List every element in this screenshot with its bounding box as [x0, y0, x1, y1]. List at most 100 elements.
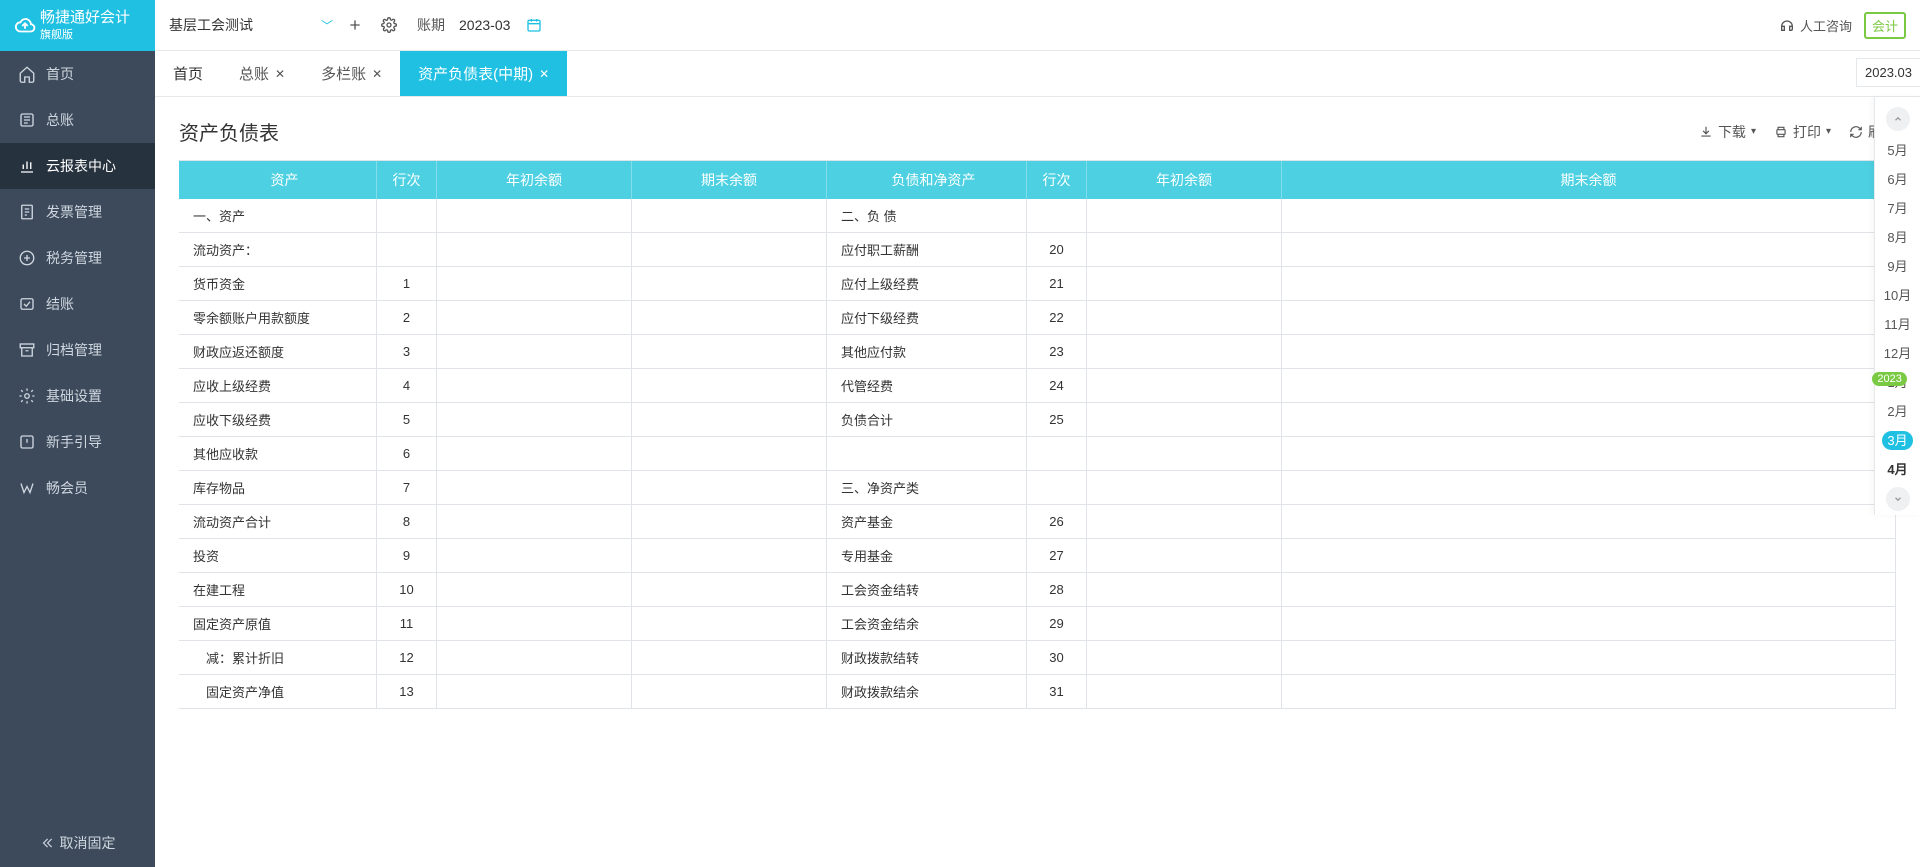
sidebar-item-home[interactable]: 首页	[0, 51, 155, 97]
sidebar-item-invoice[interactable]: 发票管理	[0, 189, 155, 235]
sidebar-item-guide[interactable]: 新手引导	[0, 419, 155, 465]
company-selector[interactable]: 基层工会测试 ﹀	[169, 15, 333, 35]
cell-asset: 应收上级经费	[179, 369, 377, 402]
table-row[interactable]: 固定资产原值 11 工会资金结余 29	[179, 607, 1896, 641]
table-row[interactable]: 固定资产净值 13 财政拨款结余 31	[179, 675, 1896, 709]
cell-end-l	[1282, 471, 1896, 504]
cell-end-a	[632, 267, 827, 300]
cell-end-l	[1282, 267, 1896, 300]
sidebar-item-archive[interactable]: 归档管理	[0, 327, 155, 373]
month-down-button[interactable]	[1886, 487, 1910, 511]
role-badge[interactable]: 会计	[1864, 12, 1906, 39]
cell-asset: 减：累计折旧	[179, 641, 377, 674]
month-up-button[interactable]	[1886, 107, 1910, 131]
table-row[interactable]: 应收下级经费 5 负债合计 25	[179, 403, 1896, 437]
cell-begin-l	[1087, 573, 1282, 606]
table-row[interactable]: 货币资金 1 应付上级经费 21	[179, 267, 1896, 301]
chevron-up-icon	[1893, 114, 1903, 124]
cell-asset: 零余额账户用款额度	[179, 301, 377, 334]
month-item[interactable]: 6月	[1882, 164, 1912, 193]
cell-rownum-l: 22	[1027, 301, 1087, 334]
print-button[interactable]: 打印 ▾	[1774, 122, 1831, 142]
cell-asset: 投资	[179, 539, 377, 572]
table-row[interactable]: 零余额账户用款额度 2 应付下级经费 22	[179, 301, 1896, 335]
tab-1[interactable]: 总账✕	[221, 51, 303, 96]
calendar-icon	[526, 17, 542, 33]
month-item[interactable]: 9月	[1882, 251, 1912, 280]
sidebar-item-member[interactable]: 畅会员	[0, 465, 155, 511]
sidebar-item-close-book[interactable]: 结账	[0, 281, 155, 327]
tab-close[interactable]: ✕	[539, 67, 549, 81]
help-button[interactable]: 人工咨询	[1779, 16, 1852, 35]
month-item[interactable]: 8月	[1882, 222, 1912, 251]
refresh-icon	[1849, 125, 1863, 139]
sidebar-item-tax[interactable]: 税务管理	[0, 235, 155, 281]
calendar-button[interactable]	[526, 17, 542, 33]
cell-rownum-l: 30	[1027, 641, 1087, 674]
month-item[interactable]: 3月	[1882, 425, 1912, 454]
month-item[interactable]: 4月	[1882, 454, 1912, 483]
month-item[interactable]: 11月	[1882, 309, 1912, 338]
table-row[interactable]: 一、资产 二、负 债	[179, 199, 1896, 233]
settings-button[interactable]	[377, 13, 401, 37]
cell-rownum-a: 5	[377, 403, 437, 436]
table-row[interactable]: 其他应收款 6	[179, 437, 1896, 471]
cell-end-l	[1282, 573, 1896, 606]
cell-asset: 库存物品	[179, 471, 377, 504]
cell-begin-l	[1087, 403, 1282, 436]
cell-end-a	[632, 233, 827, 266]
cell-end-l	[1282, 233, 1896, 266]
table-row[interactable]: 流动资产合计 8 资产基金 26	[179, 505, 1896, 539]
month-item[interactable]: 20231月	[1882, 367, 1912, 396]
cell-begin-l	[1087, 233, 1282, 266]
th-rownum-a: 行次	[377, 161, 437, 199]
page-title: 资产负债表	[179, 117, 279, 146]
settings-icon	[18, 387, 36, 405]
cell-end-a	[632, 369, 827, 402]
cell-rownum-l: 25	[1027, 403, 1087, 436]
table-row[interactable]: 应收上级经费 4 代管经费 24	[179, 369, 1896, 403]
sidebar-item-ledger[interactable]: 总账	[0, 97, 155, 143]
table-row[interactable]: 财政应返还额度 3 其他应付款 23	[179, 335, 1896, 369]
table-row[interactable]: 流动资产： 应付职工薪酬 20	[179, 233, 1896, 267]
month-item[interactable]: 7月	[1882, 193, 1912, 222]
th-end-a: 期末余额	[632, 161, 827, 199]
tab-close[interactable]: ✕	[372, 67, 382, 81]
cell-rownum-l: 27	[1027, 539, 1087, 572]
cell-end-a	[632, 505, 827, 538]
chevron-down-icon: ▾	[1751, 126, 1756, 137]
month-item[interactable]: 12月	[1882, 338, 1912, 367]
year-badge: 2023	[1872, 372, 1906, 386]
cell-begin-l	[1087, 437, 1282, 470]
tab-0[interactable]: 首页	[155, 51, 221, 96]
sidebar-item-settings[interactable]: 基础设置	[0, 373, 155, 419]
month-item[interactable]: 5月	[1882, 135, 1912, 164]
month-item[interactable]: 10月	[1882, 280, 1912, 309]
table-body[interactable]: 一、资产 二、负 债 流动资产： 应付职工薪酬 20 货币资金 1 应付上级经费…	[179, 199, 1896, 857]
cell-end-a	[632, 539, 827, 572]
cell-begin-l	[1087, 471, 1282, 504]
add-button[interactable]	[343, 13, 367, 37]
tab-close[interactable]: ✕	[275, 67, 285, 81]
cell-rownum-l	[1027, 471, 1087, 504]
table-row[interactable]: 在建工程 10 工会资金结转 28	[179, 573, 1896, 607]
sidebar-item-chart[interactable]: 云报表中心	[0, 143, 155, 189]
sidebar-unpin[interactable]: 取消固定	[0, 819, 155, 867]
cell-end-a	[632, 607, 827, 640]
table-row[interactable]: 库存物品 7 三、净资产类	[179, 471, 1896, 505]
sidebar-item-label: 归档管理	[46, 340, 102, 360]
cell-begin-a	[437, 437, 632, 470]
cell-end-a	[632, 199, 827, 232]
cell-liab: 应付职工薪酬	[827, 233, 1027, 266]
month-item[interactable]: 2月	[1882, 396, 1912, 425]
download-button[interactable]: 下载 ▾	[1699, 122, 1756, 142]
cell-begin-a	[437, 369, 632, 402]
table-row[interactable]: 投资 9 专用基金 27	[179, 539, 1896, 573]
table-row[interactable]: 减：累计折旧 12 财政拨款结转 30	[179, 641, 1896, 675]
tab-2[interactable]: 多栏账✕	[303, 51, 400, 96]
tab-3[interactable]: 资产负债表(中期)✕	[400, 51, 567, 96]
sidebar-item-label: 总账	[46, 110, 74, 130]
cell-rownum-a: 11	[377, 607, 437, 640]
cell-end-l	[1282, 403, 1896, 436]
cell-rownum-l: 26	[1027, 505, 1087, 538]
